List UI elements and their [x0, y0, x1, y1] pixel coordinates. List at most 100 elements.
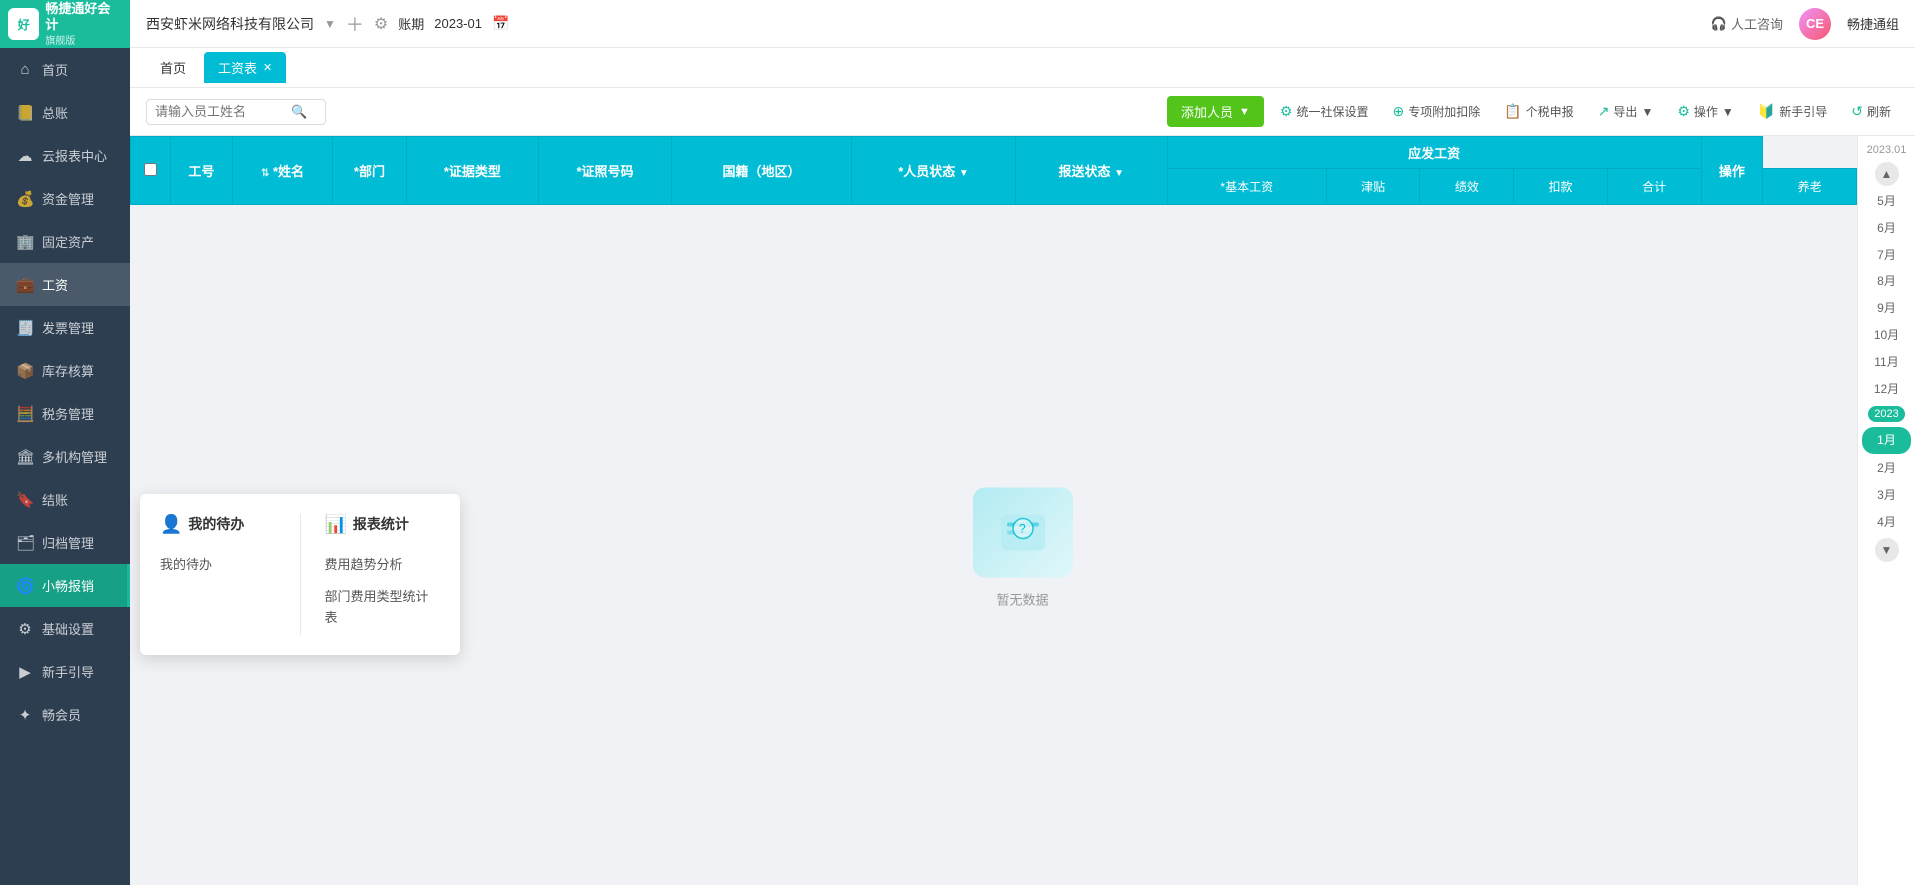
settings-gear-icon[interactable]: ⚙ — [374, 14, 388, 34]
tax-report-action[interactable]: 📋 个税申报 — [1496, 99, 1581, 124]
timeline-jun[interactable]: 6月 — [1858, 215, 1915, 242]
add-person-dropdown-icon: ▼ — [1239, 106, 1250, 118]
timeline-oct[interactable]: 10月 — [1858, 322, 1915, 349]
home-icon: ⌂ — [16, 61, 34, 78]
sidebar-nav: ⌂ 首页 📒 总账 ☁ 云报表中心 💰 资金管理 🏢 固定资产 💼 工资 🧾 发… — [0, 48, 130, 885]
svg-text:?: ? — [1019, 521, 1026, 535]
th-allowance: 津贴 — [1326, 169, 1420, 205]
archive-icon: 🗂 — [16, 534, 34, 552]
sidebar-item-guide[interactable]: ▶ 新手引导 — [0, 650, 130, 693]
popup-section-reports-title: 📊 报表统计 — [325, 514, 441, 535]
tab-home[interactable]: 首页 — [146, 52, 200, 83]
timeline-dec-label: 12月 — [1874, 382, 1899, 396]
add-person-button[interactable]: 添加人员 ▼ — [1167, 96, 1264, 127]
guide-icon: ▶ — [16, 663, 34, 681]
timeline-jul[interactable]: 7月 — [1858, 242, 1915, 269]
period-label: 账期 — [398, 14, 424, 33]
add-person-label: 添加人员 — [1181, 102, 1233, 121]
sidebar-item-salary[interactable]: 💼 工资 — [0, 263, 130, 306]
export-dropdown-icon: ▼ — [1641, 105, 1653, 119]
special-deduction-label: 专项附加扣除 — [1408, 103, 1480, 120]
sidebar-item-inventory[interactable]: 📦 库存核算 — [0, 349, 130, 392]
popup-item-dept-expense[interactable]: 部门费用类型统计表 — [325, 581, 441, 635]
sidebar-item-reports[interactable]: ☁ 云报表中心 — [0, 134, 130, 177]
timeline-sep[interactable]: 9月 — [1858, 295, 1915, 322]
sidebar: 好 畅捷通好会计 旗舰版 ⌂ 首页 📒 总账 ☁ 云报表中心 💰 资金管理 🏢 … — [0, 0, 130, 885]
user-avatar-letters: CE — [1806, 16, 1824, 31]
sidebar-item-tax[interactable]: 🧮 税务管理 — [0, 392, 130, 435]
sidebar-item-home[interactable]: ⌂ 首页 — [0, 48, 130, 91]
user-name: 畅捷通组 — [1847, 14, 1899, 33]
sidebar-item-settings[interactable]: ⚙ 基础设置 — [0, 607, 130, 650]
multi-org-icon: 🏛 — [16, 448, 34, 466]
operations-dropdown-icon: ▼ — [1722, 105, 1734, 119]
popup-col-todo: 👤 我的待办 我的待办 — [160, 514, 276, 635]
guide-action[interactable]: 🔰 新手引导 — [1750, 99, 1835, 124]
th-nationality: 国籍（地区） — [671, 137, 851, 205]
timeline-may-label: 5月 — [1877, 194, 1896, 208]
search-input[interactable] — [155, 104, 285, 119]
service-button[interactable]: 🎧 人工咨询 — [1711, 14, 1783, 33]
sidebar-item-funds[interactable]: 💰 资金管理 — [0, 177, 130, 220]
company-dropdown-icon[interactable]: ▼ — [324, 17, 336, 31]
social-security-action[interactable]: ⚙ 统一社保设置 — [1272, 99, 1377, 124]
timeline-mar[interactable]: 3月 — [1858, 482, 1915, 509]
tab-salary[interactable]: 工资表 ✕ — [204, 52, 286, 83]
sidebar-label-funds: 资金管理 — [42, 189, 94, 208]
filter-report-icon[interactable]: ▼ — [1114, 168, 1124, 179]
operations-action[interactable]: ⚙ 操作 ▼ — [1669, 99, 1741, 124]
sidebar-item-invoices[interactable]: 🧾 发票管理 — [0, 306, 130, 349]
guide-label: 新手引导 — [1779, 103, 1827, 120]
popup-reports-icon: 📊 — [325, 514, 347, 535]
export-label: 导出 — [1613, 103, 1637, 120]
timeline-jun-label: 6月 — [1877, 221, 1896, 235]
sidebar-label-expense: 小畅报销 — [42, 576, 94, 595]
th-base-salary: *基本工资 — [1167, 169, 1326, 205]
special-deduction-icon: ⊕ — [1392, 103, 1404, 120]
timeline-dec[interactable]: 12月 — [1858, 376, 1915, 403]
service-icon: 🎧 — [1711, 16, 1727, 32]
special-deduction-action[interactable]: ⊕ 专项附加扣除 — [1384, 99, 1488, 124]
sidebar-item-settlement[interactable]: 🔖 结账 — [0, 478, 130, 521]
sidebar-label-home: 首页 — [42, 60, 68, 79]
settings-icon: ⚙ — [16, 620, 34, 638]
timeline-may[interactable]: 5月 — [1858, 188, 1915, 215]
sidebar-item-assets[interactable]: 🏢 固定资产 — [0, 220, 130, 263]
sidebar-item-archive[interactable]: 🗂 归档管理 — [0, 521, 130, 564]
topbar-right: 🎧 人工咨询 CE 畅捷通组 — [1711, 8, 1899, 40]
sidebar-label-inventory: 库存核算 — [42, 361, 94, 380]
popup-row: 👤 我的待办 我的待办 📊 报表统计 费用趋势分析 部门费用类型统计表 — [160, 514, 440, 635]
empty-state: ? 暂无数据 — [973, 487, 1073, 608]
refresh-action[interactable]: ↺ 刷新 — [1843, 99, 1899, 124]
tab-close-icon[interactable]: ✕ — [263, 61, 272, 74]
tab-bar: 首页 工资表 ✕ — [130, 48, 1915, 88]
inventory-icon: 📦 — [16, 362, 34, 380]
timeline-down-button[interactable]: ▼ — [1875, 538, 1899, 562]
popup-item-my-todo[interactable]: 我的待办 — [160, 549, 276, 582]
toolbar-actions: 添加人员 ▼ ⚙ 统一社保设置 ⊕ 专项附加扣除 📋 个税申报 ↗ 导出 ▼ ⚙ — [1167, 96, 1899, 127]
timeline-aug[interactable]: 8月 — [1858, 268, 1915, 295]
add-company-icon[interactable]: ＋ — [346, 11, 364, 37]
empty-icon: ? — [973, 487, 1073, 577]
settlement-icon: 🔖 — [16, 491, 34, 509]
timeline-nov[interactable]: 11月 — [1858, 349, 1915, 376]
timeline-apr[interactable]: 4月 — [1858, 509, 1915, 536]
filter-status-icon[interactable]: ▼ — [959, 168, 969, 179]
service-label: 人工咨询 — [1731, 14, 1783, 33]
export-action[interactable]: ↗ 导出 ▼ — [1590, 99, 1662, 124]
timeline-feb[interactable]: 2月 — [1858, 455, 1915, 482]
th-report-status: 报送状态 ▼ — [1015, 137, 1167, 205]
popup-item-expense-trend[interactable]: 费用趋势分析 — [325, 549, 441, 582]
tax-icon: 🧮 — [16, 405, 34, 423]
sidebar-item-multi-org[interactable]: 🏛 多机构管理 — [0, 435, 130, 478]
search-icon[interactable]: 🔍 — [291, 104, 307, 120]
timeline-up-button[interactable]: ▲ — [1875, 162, 1899, 186]
sidebar-item-member[interactable]: ✦ 畅会员 — [0, 693, 130, 736]
popup-menu: 👤 我的待办 我的待办 📊 报表统计 费用趋势分析 部门费用类型统计表 — [140, 494, 460, 655]
timeline-jan-active[interactable]: 1月 — [1862, 427, 1911, 454]
period-calendar-icon[interactable]: 📅 — [492, 15, 509, 32]
sidebar-item-expense[interactable]: 🌀 小畅报销 — [0, 564, 130, 607]
logo-icon: 好 — [8, 8, 39, 40]
select-all-checkbox[interactable] — [144, 163, 157, 176]
sidebar-item-ledger[interactable]: 📒 总账 — [0, 91, 130, 134]
